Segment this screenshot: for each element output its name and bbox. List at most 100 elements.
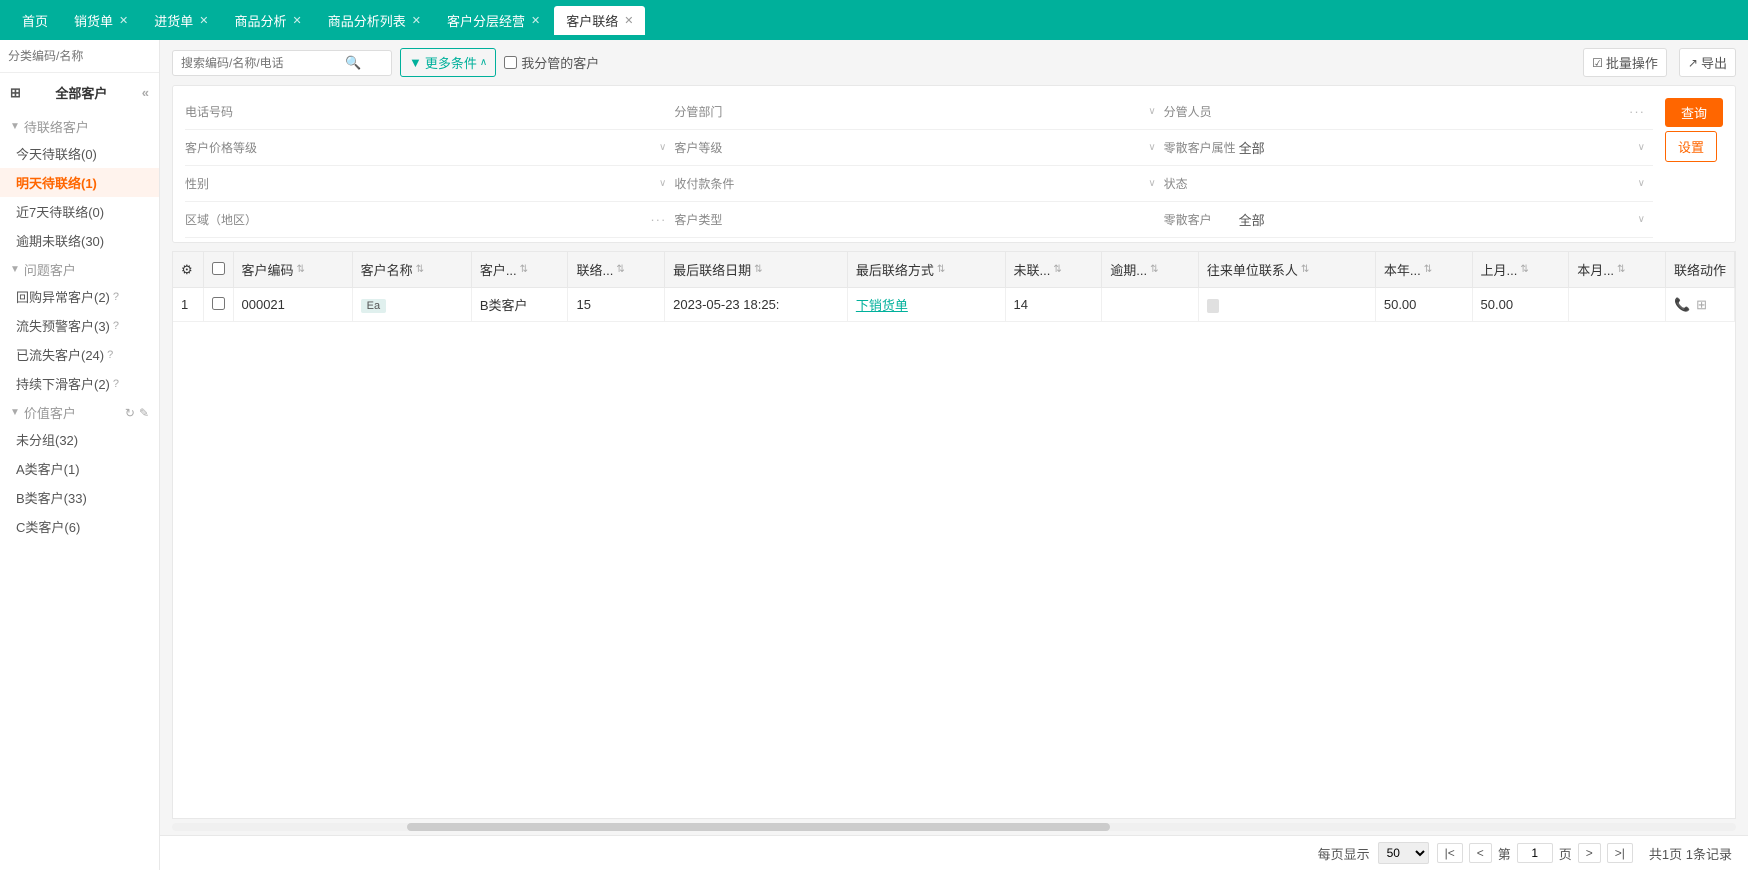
th-name-label: 客户名称 — [361, 260, 413, 279]
help-icon-3[interactable]: ? — [107, 349, 113, 361]
next-page-button[interactable]: > — [1578, 843, 1601, 863]
scrollbar-thumb[interactable] — [407, 823, 1111, 831]
sidebar-item-declining[interactable]: 持续下滑客户(2) ? — [0, 369, 159, 398]
manager-ellipsis[interactable]: ··· — [1629, 104, 1645, 119]
action-more-icon[interactable]: ⊞ — [1696, 297, 1707, 313]
page-size-select[interactable]: 50 100 200 — [1378, 842, 1429, 864]
last-method-link[interactable]: 下销货单 — [856, 298, 908, 313]
nav-product-analysis-close[interactable]: ✕ — [293, 14, 302, 27]
horizontal-scrollbar[interactable] — [172, 823, 1736, 831]
sidebar-search-input[interactable] — [8, 49, 160, 63]
sidebar-item-repurchase[interactable]: 回购异常客户(2) ? — [0, 282, 159, 311]
price-level-select[interactable]: ∨ — [260, 142, 666, 153]
th-name[interactable]: 客户名称 ⇅ — [352, 252, 471, 288]
sidebar-item-class-a[interactable]: A类客户(1) — [0, 454, 159, 483]
row-checkbox-cell[interactable] — [203, 288, 233, 322]
th-overdue[interactable]: 逾期... ⇅ — [1102, 252, 1199, 288]
sidebar-group-pending[interactable]: ▼ 待联络客户 — [0, 112, 159, 139]
nav-purchase-order[interactable]: 进货单 ✕ — [142, 6, 220, 35]
sidebar-item-7days[interactable]: 近7天待联络(0) — [0, 197, 159, 226]
sidebar-item-tomorrow[interactable]: 明天待联络(1) — [0, 168, 159, 197]
th-contact-count[interactable]: 联络... ⇅ — [568, 252, 665, 288]
sidebar-item-today[interactable]: 今天待联络(0) — [0, 139, 159, 168]
settings-button[interactable]: 设置 — [1665, 131, 1717, 162]
select-all-checkbox[interactable] — [212, 262, 225, 275]
help-icon-1[interactable]: ? — [113, 291, 119, 303]
query-button[interactable]: 查询 — [1665, 98, 1723, 127]
nav-sales-order[interactable]: 销货单 ✕ — [62, 6, 140, 35]
my-customers-checkbox-wrapper[interactable]: 我分管的客户 — [504, 53, 599, 72]
th-last-month[interactable]: 上月... ⇅ — [1472, 252, 1569, 288]
filter-region: 区域（地区） ··· — [185, 202, 674, 238]
group-problem-label: 问题客户 — [24, 260, 76, 279]
edit-icon[interactable]: ✎ — [139, 406, 149, 420]
nav-product-analysis-list[interactable]: 商品分析列表 ✕ — [316, 6, 433, 35]
th-code-label: 客户编码 — [242, 260, 294, 279]
class-b-label: B类客户(33) — [16, 488, 87, 507]
action-phone-icon[interactable]: 📞 — [1674, 297, 1690, 313]
sidebar-group-problem[interactable]: ▼ 问题客户 — [0, 255, 159, 282]
sidebar-item-class-b[interactable]: B类客户(33) — [0, 483, 159, 512]
status-select[interactable]: ∨ — [1239, 178, 1645, 189]
main-search-icon[interactable]: 🔍 — [345, 55, 361, 71]
filter-panel: 电话号码 分管部门 ∨ 分管人员 — [172, 85, 1736, 243]
sidebar-item-class-c[interactable]: C类客户(6) — [0, 512, 159, 541]
gender-select[interactable]: ∨ — [260, 178, 666, 189]
retail-select[interactable]: 全部 ∨ — [1239, 210, 1645, 229]
th-last-contact-method[interactable]: 最后联络方式 ⇅ — [847, 252, 1005, 288]
th-last-contact-date[interactable]: 最后联络日期 ⇅ — [665, 252, 848, 288]
nav-customer-contact-close[interactable]: ✕ — [624, 14, 633, 27]
th-type[interactable]: 客户... ⇅ — [471, 252, 568, 288]
help-icon-2[interactable]: ? — [113, 320, 119, 332]
sidebar-item-overdue[interactable]: 逾期未联络(30) — [0, 226, 159, 255]
th-contact-count-label: 联络... — [576, 260, 613, 279]
region-ellipsis[interactable]: ··· — [650, 212, 666, 227]
prev-page-button[interactable]: < — [1469, 843, 1492, 863]
help-icon-4[interactable]: ? — [113, 378, 119, 390]
th-this-month[interactable]: 本月... ⇅ — [1569, 252, 1666, 288]
region-input[interactable]: ··· — [260, 212, 666, 227]
th-checkbox[interactable] — [203, 252, 233, 288]
th-contact-person[interactable]: 往来单位联系人 ⇅ — [1198, 252, 1375, 288]
customer-level-select[interactable]: ∨ — [749, 142, 1155, 153]
row-last-method-cell[interactable]: 下销货单 — [847, 288, 1005, 322]
last-page-button[interactable]: >| — [1607, 843, 1633, 863]
nav-sales-close[interactable]: ✕ — [119, 14, 128, 27]
th-settings[interactable]: ⚙ — [173, 252, 203, 288]
sidebar-item-churned[interactable]: 已流失客户(24) ? — [0, 340, 159, 369]
first-page-button[interactable]: |< — [1437, 843, 1463, 863]
th-uncontacted[interactable]: 未联... ⇅ — [1005, 252, 1102, 288]
my-customers-checkbox[interactable] — [504, 56, 517, 69]
dept-select[interactable]: ∨ — [749, 106, 1155, 117]
nav-customer-tier-close[interactable]: ✕ — [531, 14, 540, 27]
page-number-input[interactable] — [1517, 843, 1553, 863]
sidebar-group-value[interactable]: ▼ 价值客户 ↻ ✎ — [0, 398, 159, 425]
settings-icon[interactable]: ⚙ — [181, 262, 193, 277]
nav-customer-contact[interactable]: 客户联络 ✕ — [554, 6, 645, 35]
dept-label: 分管部门 — [674, 103, 749, 120]
nav-home[interactable]: 首页 — [10, 6, 60, 35]
nav-customer-tier[interactable]: 客户分层经营 ✕ — [435, 6, 552, 35]
row-checkbox[interactable] — [212, 297, 225, 310]
nav-purchase-close[interactable]: ✕ — [199, 14, 208, 27]
sort-last-date-icon: ⇅ — [754, 264, 762, 275]
nav-product-list-close[interactable]: ✕ — [412, 14, 421, 27]
manager-input[interactable]: ··· — [1239, 104, 1645, 119]
all-customers-label: 全部客户 — [55, 83, 107, 102]
sidebar-item-churn-warning[interactable]: 流失预警客户(3) ? — [0, 311, 159, 340]
refresh-icon[interactable]: ↻ — [125, 406, 135, 420]
export-button[interactable]: ↗ 导出 — [1679, 48, 1736, 77]
nav-product-analysis[interactable]: 商品分析 ✕ — [222, 6, 313, 35]
sidebar-item-ungrouped[interactable]: 未分组(32) — [0, 425, 159, 454]
collapse-sidebar-icon[interactable]: « — [142, 85, 149, 100]
payment-select[interactable]: ∨ — [749, 178, 1155, 189]
main-search-input[interactable] — [181, 56, 341, 70]
retail-attr-select[interactable]: 全部 ∨ — [1239, 138, 1645, 157]
th-code[interactable]: 客户编码 ⇅ — [233, 252, 352, 288]
th-this-year[interactable]: 本年... ⇅ — [1375, 252, 1472, 288]
sidebar-all-customers[interactable]: ⊞ 全部客户 « — [0, 77, 159, 108]
more-filter-button[interactable]: ▼ 更多条件 ∧ — [400, 48, 496, 77]
batch-operation-button[interactable]: ☑ 批量操作 — [1583, 48, 1667, 77]
sidebar-all-section: ⊞ 全部客户 « — [0, 73, 159, 112]
group-pending-label: 待联络客户 — [24, 117, 89, 136]
